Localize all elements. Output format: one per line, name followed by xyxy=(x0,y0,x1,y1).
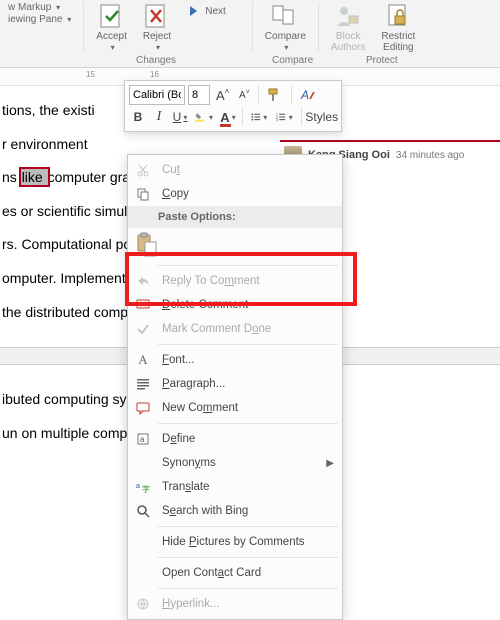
ctx-paste-header: Paste Options: xyxy=(128,206,342,228)
ctx-copy[interactable]: Copy xyxy=(128,182,342,206)
ctx-paste-options[interactable] xyxy=(128,228,342,262)
ctx-mark-done[interactable]: Mark Comment Done xyxy=(128,317,342,341)
ctx-hide-pictures[interactable]: Hide Pictures by Comments xyxy=(128,530,342,554)
submenu-arrow-icon: ▶ xyxy=(326,458,334,469)
ctx-translate[interactable]: a字 Translate xyxy=(128,475,342,499)
compare-button[interactable]: Compare▾ xyxy=(261,2,310,53)
delete-comment-icon xyxy=(134,296,152,314)
ctx-hyperlink[interactable]: Hyperlink... xyxy=(128,592,342,616)
grow-font-button[interactable]: A˄ xyxy=(213,85,232,105)
ctx-cut[interactable]: Cut xyxy=(128,158,342,182)
translate-icon: a字 xyxy=(134,478,152,496)
ctx-define[interactable]: a Define xyxy=(128,427,342,451)
search-icon xyxy=(134,502,152,520)
font-color-button[interactable]: A▾ xyxy=(219,107,237,127)
hide-pictures-icon xyxy=(134,533,152,551)
hyperlink-icon xyxy=(134,595,152,613)
context-menu: Cut Copy Paste Options: Reply To Comment… xyxy=(127,154,343,620)
svg-text:A: A xyxy=(300,88,309,102)
svg-text:a: a xyxy=(136,483,140,490)
svg-text:3: 3 xyxy=(276,118,278,122)
reject-icon xyxy=(143,2,171,30)
selected-text: like xyxy=(21,169,48,185)
group-protect: Protect xyxy=(366,55,398,66)
check-icon xyxy=(134,320,152,338)
next-button[interactable]: Next xyxy=(183,2,230,18)
bold-button[interactable]: B xyxy=(129,107,147,127)
ctx-synonyms[interactable]: Synonyms ▶ xyxy=(128,451,342,475)
format-painter-icon[interactable] xyxy=(264,85,286,105)
ctx-new-comment[interactable]: New Comment xyxy=(128,396,342,420)
styles-label[interactable]: Styles xyxy=(307,107,338,127)
restrict-editing-button[interactable]: Restrict Editing xyxy=(377,2,419,53)
show-markup-partial[interactable]: w Markup ▾ xyxy=(8,2,60,13)
block-authors-button[interactable]: Block Authors xyxy=(327,2,369,53)
restrict-editing-icon xyxy=(384,2,412,30)
font-family-input[interactable] xyxy=(129,85,185,105)
shrink-font-button[interactable]: A˅ xyxy=(235,85,253,105)
reviewing-pane-partial[interactable]: iewing Pane ▾ xyxy=(8,14,71,25)
svg-text:a: a xyxy=(140,435,145,444)
ribbon: w Markup ▾ iewing Pane ▾ Accept▾ Reject▾… xyxy=(0,0,500,68)
styles-button[interactable]: A xyxy=(297,85,321,105)
group-compare: Compare xyxy=(272,55,313,66)
font-size-input[interactable] xyxy=(188,85,210,105)
define-icon: a xyxy=(134,430,152,448)
ctx-delete-comment[interactable]: Delete Comment xyxy=(128,293,342,317)
synonyms-icon xyxy=(134,454,152,472)
reply-icon xyxy=(134,272,152,290)
reject-button[interactable]: Reject▾ xyxy=(139,2,175,53)
bullets-button[interactable]: ▾ xyxy=(248,107,271,127)
font-icon: A xyxy=(134,351,152,369)
copy-icon xyxy=(134,185,152,203)
cut-icon xyxy=(134,161,152,179)
ctx-contact-card[interactable]: Open Contact Card xyxy=(128,561,342,585)
next-icon xyxy=(187,4,201,18)
contact-icon xyxy=(134,564,152,582)
paste-icon xyxy=(134,232,160,258)
ctx-search-bing[interactable]: Search with Bing xyxy=(128,499,342,523)
svg-text:字: 字 xyxy=(142,484,150,494)
accept-icon xyxy=(98,2,126,30)
ctx-paragraph[interactable]: Paragraph... xyxy=(128,372,342,396)
compare-icon xyxy=(271,2,299,30)
block-authors-icon xyxy=(334,2,362,30)
numbering-button[interactable]: 123▾ xyxy=(273,107,296,127)
accept-button[interactable]: Accept▾ xyxy=(92,2,131,53)
mini-toolbar: A˄ A˅ A B I U▾ ▾ A▾ ▾ 123▾ Styles xyxy=(124,80,342,132)
ctx-reply-comment[interactable]: Reply To Comment xyxy=(128,269,342,293)
paragraph-icon xyxy=(134,375,152,393)
comment-time: 34 minutes ago xyxy=(396,150,464,161)
italic-button[interactable]: I xyxy=(150,107,168,127)
group-changes: Changes xyxy=(136,55,176,66)
new-comment-icon xyxy=(134,399,152,417)
underline-button[interactable]: U▾ xyxy=(171,107,189,127)
ctx-font[interactable]: A Font... xyxy=(128,348,342,372)
highlight-button[interactable]: ▾ xyxy=(192,107,216,127)
